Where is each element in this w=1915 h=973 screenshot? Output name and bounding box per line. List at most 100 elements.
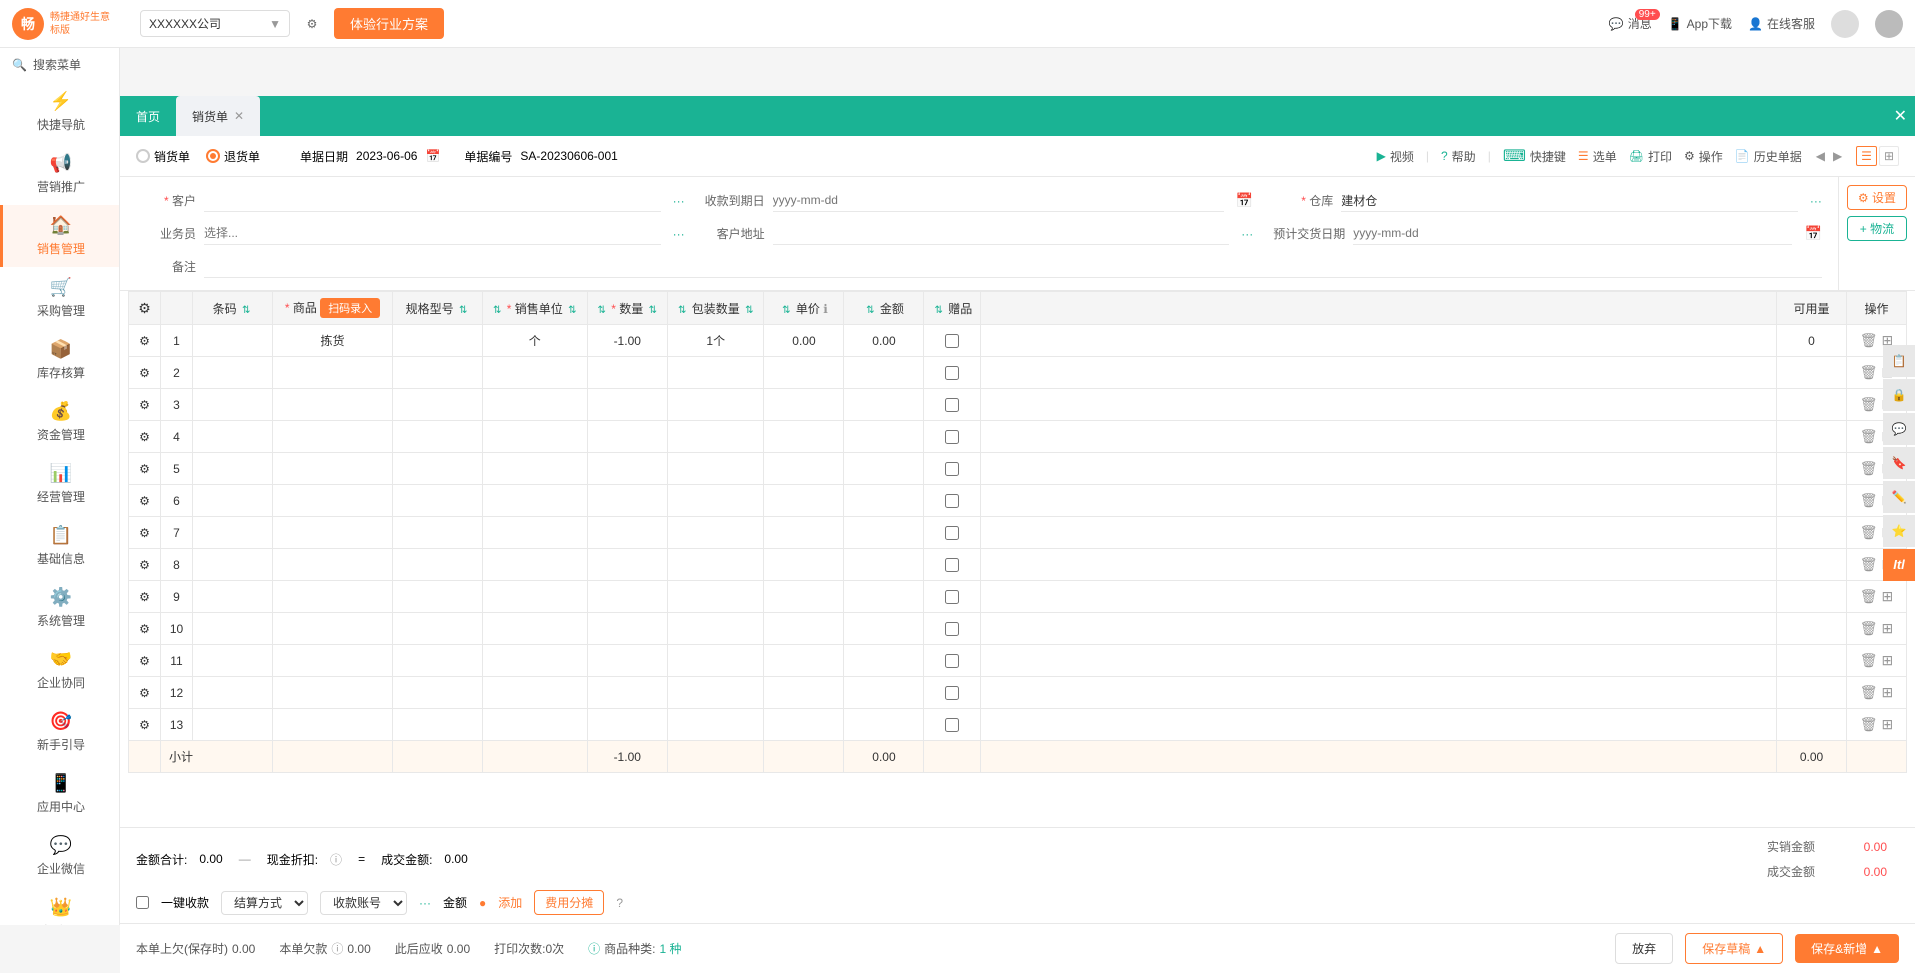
copy-icon[interactable]: ⊞ — [1882, 588, 1894, 605]
close-window-icon[interactable]: ✕ — [1894, 106, 1907, 126]
customer-address-input[interactable] — [773, 222, 1230, 245]
gift-checkbox[interactable] — [945, 654, 959, 668]
due-date-input[interactable] — [773, 189, 1224, 212]
gift-checkbox[interactable] — [945, 558, 959, 572]
delete-icon[interactable]: 🗑 — [1860, 716, 1878, 733]
sidebar-item-enterprise[interactable]: 🤝 企业协同 — [0, 639, 119, 701]
settings-icon[interactable]: ⚙ — [298, 10, 326, 38]
copy-icon[interactable]: ⊞ — [1882, 652, 1894, 669]
warehouse-input[interactable] — [1341, 189, 1798, 212]
row-product-1[interactable]: 拣货 — [273, 325, 393, 357]
qty-sort-icon[interactable]: ⇅ — [598, 305, 606, 316]
tab-close-icon[interactable]: ✕ — [234, 109, 244, 123]
delete-icon-1[interactable]: 🗑 — [1860, 332, 1878, 349]
scan-button[interactable]: 扫码录入 — [320, 298, 380, 318]
gift-sort-icon[interactable]: ⇅ — [934, 305, 942, 316]
amount-sort-icon[interactable]: ⇅ — [866, 305, 874, 316]
gift-checkbox[interactable] — [945, 526, 959, 540]
gift-checkbox[interactable] — [945, 590, 959, 604]
row-gear[interactable]: ⚙ — [129, 389, 161, 421]
right-float-btn-7[interactable]: Itl — [1883, 549, 1915, 581]
avatar[interactable] — [1831, 10, 1859, 38]
form-settings-button[interactable]: ⚙ 设置 — [1847, 185, 1907, 210]
delete-icon[interactable]: 🗑 — [1860, 428, 1878, 445]
address-select-icon[interactable]: ··· — [1241, 227, 1253, 241]
sidebar-item-basic-info[interactable]: 📋 基础信息 — [0, 515, 119, 577]
row-qty-1[interactable]: -1.00 — [587, 325, 668, 357]
sidebar-item-wechat[interactable]: 💬 企业微信 — [0, 825, 119, 887]
delete-icon[interactable]: 🗑 — [1860, 524, 1878, 541]
row-gear[interactable]: ⚙ — [129, 709, 161, 741]
customer-input[interactable] — [204, 189, 661, 212]
right-float-btn-5[interactable]: ✏️ — [1883, 481, 1915, 513]
radio-return[interactable]: 退货单 — [206, 148, 260, 165]
qty-sort2-icon[interactable]: ⇅ — [649, 305, 657, 316]
sidebar-item-system[interactable]: ⚙️ 系统管理 — [0, 577, 119, 639]
gift-checkbox[interactable] — [945, 462, 959, 476]
save-new-button[interactable]: 保存&新增 ▲ — [1795, 934, 1899, 963]
row-gift-1[interactable] — [924, 325, 981, 357]
expected-date-calendar-icon[interactable]: 📅 — [1804, 225, 1821, 242]
salesperson-select-icon[interactable]: ··· — [673, 227, 685, 241]
gear-icon[interactable]: ⚙ — [138, 300, 151, 316]
gift-checkbox[interactable] — [945, 494, 959, 508]
delete-icon[interactable]: 🗑 — [1860, 492, 1878, 509]
one-click-pay-checkbox[interactable] — [136, 896, 149, 909]
price-sort-icon[interactable]: ⇅ — [782, 305, 790, 316]
row-gear[interactable]: ⚙ — [129, 581, 161, 613]
right-float-btn-4[interactable]: 🔖 — [1883, 447, 1915, 479]
pack-sort-icon[interactable]: ⇅ — [678, 305, 686, 316]
row-gear[interactable]: ⚙ — [129, 613, 161, 645]
gift-checkbox[interactable] — [945, 430, 959, 444]
right-float-btn-3[interactable]: 💬 — [1883, 413, 1915, 445]
salesperson-input[interactable] — [204, 222, 661, 245]
row-gear[interactable]: ⚙ — [129, 357, 161, 389]
message-button[interactable]: 💬 消息 99+ — [1609, 15, 1652, 32]
unit-sort2-icon[interactable]: ⇅ — [568, 305, 576, 316]
row-price-1[interactable]: 0.00 — [764, 325, 844, 357]
right-float-btn-1[interactable]: 📋 — [1883, 345, 1915, 377]
gift-checkbox[interactable] — [945, 366, 959, 380]
row-spec-1[interactable] — [393, 325, 483, 357]
prev-arrow[interactable]: ◀ — [1814, 149, 1827, 163]
discard-button[interactable]: 放弃 — [1615, 933, 1673, 964]
delete-icon[interactable]: 🗑 — [1860, 588, 1878, 605]
row-gear[interactable]: ⚙ — [129, 421, 161, 453]
shortcut-action[interactable]: ⌨ 快捷键 — [1503, 146, 1566, 166]
delete-icon[interactable]: 🗑 — [1860, 364, 1878, 381]
sidebar-item-member[interactable]: 👑 畅会员 — [0, 887, 119, 925]
price-info-icon[interactable]: ℹ — [823, 302, 828, 316]
row-gear[interactable]: ⚙ — [129, 485, 161, 517]
delete-icon[interactable]: 🗑 — [1860, 556, 1878, 573]
right-float-btn-6[interactable]: ⭐ — [1883, 515, 1915, 547]
tab-home[interactable]: 首页 — [120, 96, 176, 136]
add-button[interactable]: 添加 — [498, 894, 522, 911]
row-gear-1[interactable]: ⚙ — [129, 325, 161, 357]
payment-account-select[interactable]: 收款账号 — [320, 891, 407, 915]
row-gear[interactable]: ⚙ — [129, 453, 161, 485]
radio-sales[interactable]: 销货单 — [136, 148, 190, 165]
sidebar-item-operations[interactable]: 📊 经营管理 — [0, 453, 119, 515]
tab-sales-order[interactable]: 销货单 ✕ — [176, 96, 260, 136]
next-arrow[interactable]: ▶ — [1831, 149, 1844, 163]
operation-action[interactable]: ⚙ 操作 — [1684, 148, 1723, 165]
pack-sort2-icon[interactable]: ⇅ — [745, 305, 753, 316]
warehouse-select-icon[interactable]: ··· — [1810, 194, 1822, 208]
select-action[interactable]: ☰ 选单 — [1578, 148, 1617, 165]
row-amount-1[interactable]: 0.00 — [844, 325, 924, 357]
row-barcode-1[interactable] — [193, 325, 273, 357]
customer-select-icon[interactable]: ··· — [673, 194, 685, 208]
delete-icon[interactable]: 🗑 — [1860, 620, 1878, 637]
delete-icon[interactable]: 🗑 — [1860, 684, 1878, 701]
gift-checkbox[interactable] — [945, 686, 959, 700]
list-view-btn[interactable]: ☰ — [1856, 146, 1877, 166]
barcode-sort-icon[interactable]: ⇅ — [242, 305, 250, 316]
row-gear[interactable]: ⚙ — [129, 645, 161, 677]
save-draft-button[interactable]: 保存草稿 ▲ — [1685, 933, 1783, 964]
gift-checkbox[interactable] — [945, 622, 959, 636]
help-action[interactable]: ? 帮助 — [1441, 148, 1476, 165]
calendar-icon[interactable]: 📅 — [425, 149, 440, 163]
sidebar-item-quick-nav[interactable]: ⚡ 快捷导航 — [0, 81, 119, 143]
app-download-button[interactable]: 📱 App下载 — [1668, 15, 1732, 32]
note-input[interactable] — [204, 255, 1822, 278]
